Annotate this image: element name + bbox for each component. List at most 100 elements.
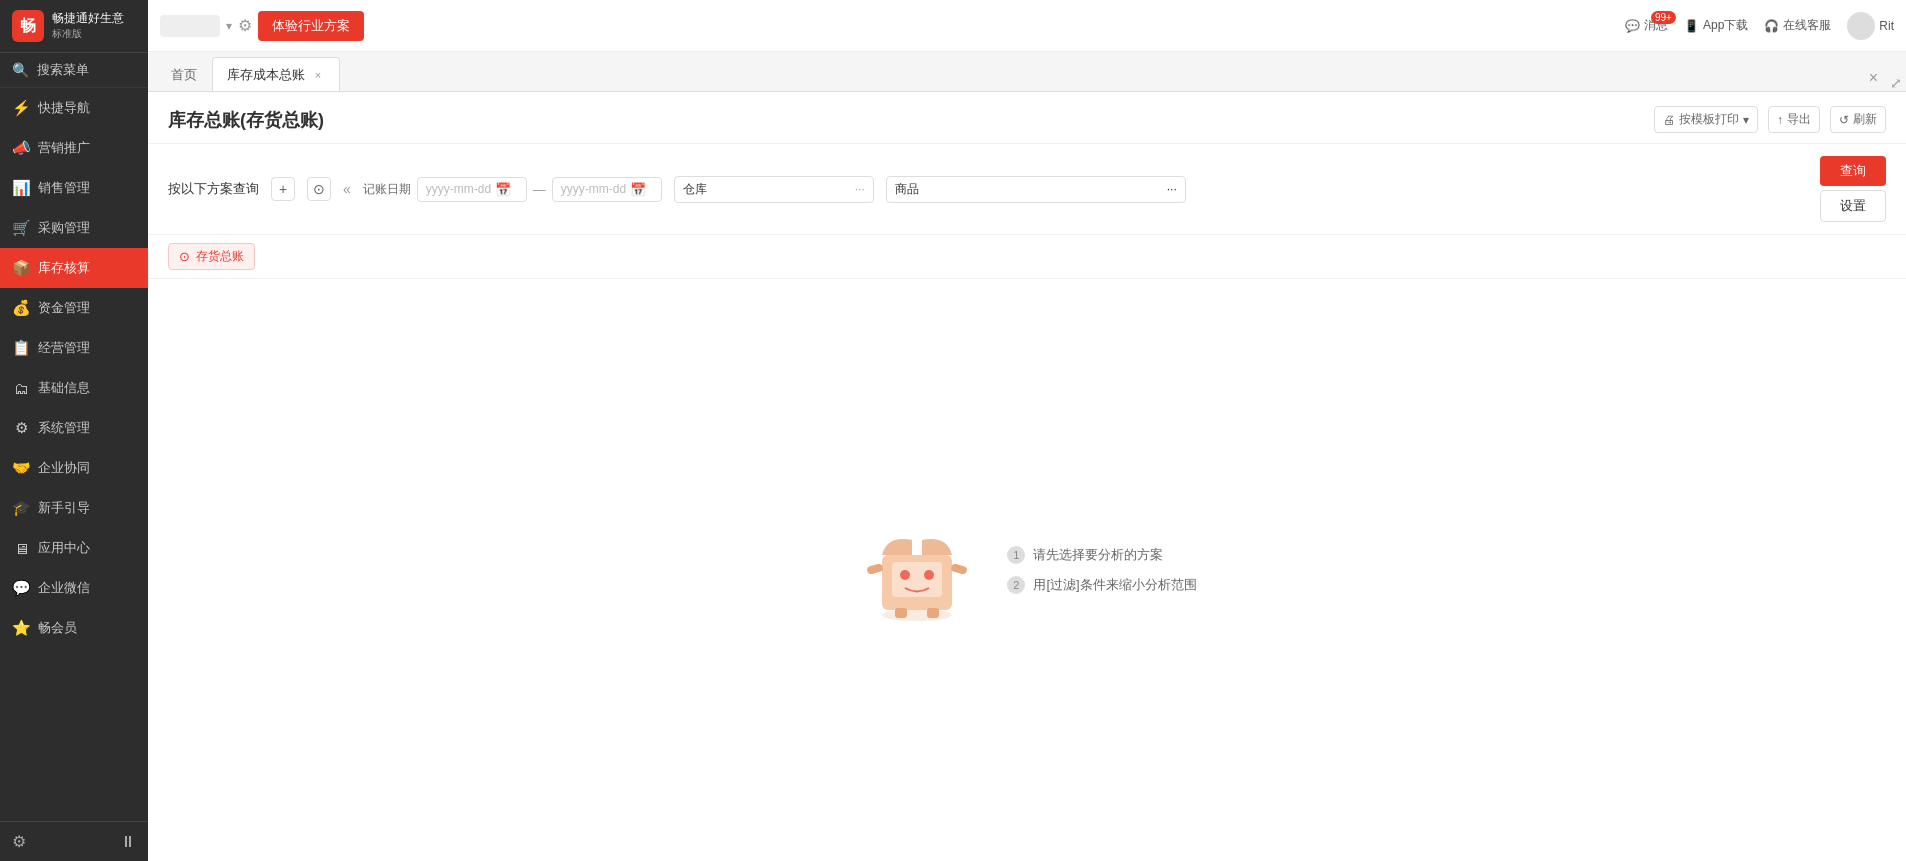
quicknav-icon: ⚡	[12, 99, 30, 117]
svg-point-4	[924, 570, 934, 580]
sidebar-nav: ⚡ 快捷导航 📣 营销推广 📊 销售管理 🛒 采购管理 📦 库存核算 💰 资金管…	[0, 88, 148, 821]
export-label: 导出	[1787, 111, 1811, 128]
svg-rect-8	[951, 563, 969, 575]
settings-btn[interactable]: 设置	[1820, 190, 1886, 222]
print-btn[interactable]: 🖨 按模板打印 ▾	[1654, 106, 1758, 133]
goods-label: 商品	[895, 181, 919, 198]
user-avatar-area[interactable]: Rit	[1847, 12, 1894, 40]
content-area: 库存总账(存货总账) 🖨 按模板打印 ▾ ↑ 导出 ↺ 刷新 按以下方案查询	[148, 92, 1906, 861]
sidebar-item-guide[interactable]: 🎓 新手引导	[0, 488, 148, 528]
sidebar-item-sales[interactable]: 📊 销售管理	[0, 168, 148, 208]
topbar-right: 💬 消息 99+ 📱 App下载 🎧 在线客服 Rit	[1625, 12, 1894, 40]
topbar-breadcrumb: ▾ ⚙ 体验行业方案	[160, 11, 1617, 41]
sidebar-item-operations[interactable]: 📋 经营管理	[0, 328, 148, 368]
refresh-label: 刷新	[1853, 111, 1877, 128]
topbar-brand	[160, 15, 220, 37]
page-title: 库存总账(存货总账)	[168, 108, 324, 132]
finance-icon: 💰	[12, 299, 30, 317]
online-support-btn[interactable]: 🎧 在线客服	[1764, 17, 1831, 34]
sidebar-item-inventory[interactable]: 📦 库存核算	[0, 248, 148, 288]
empty-text: 1 请先选择要分析的方案 2 用[过滤]条件来缩小分析范围	[1007, 546, 1196, 594]
tab-inventory-ledger[interactable]: 库存成本总账 ×	[212, 57, 340, 91]
filter-collapse-icon[interactable]: «	[343, 181, 351, 197]
sidebar-item-enterprise[interactable]: 🤝 企业协同	[0, 448, 148, 488]
operations-icon: 📋	[12, 339, 30, 357]
goods-input[interactable]: 商品 ···	[886, 176, 1186, 203]
app-download-btn[interactable]: 📱 App下载	[1684, 17, 1748, 34]
svg-point-3	[900, 570, 910, 580]
sidebar-item-quicknav[interactable]: ⚡ 快捷导航	[0, 88, 148, 128]
calendar-start-icon[interactable]: 📅	[495, 182, 511, 197]
warehouse-label: 仓库	[683, 181, 707, 198]
calendar-end-icon[interactable]: 📅	[630, 182, 646, 197]
tip-num-1: 1	[1007, 546, 1025, 564]
sidebar-item-appcenter[interactable]: 🖥 应用中心	[0, 528, 148, 568]
scheme-tag-label: 存货总账	[196, 248, 244, 265]
filter-date: 记账日期 yyyy-mm-dd 📅 — yyyy-mm-dd 📅	[363, 177, 662, 202]
sidebar-logo: 畅 畅捷通好生意 标准版	[0, 0, 148, 53]
export-btn[interactable]: ↑ 导出	[1768, 106, 1820, 133]
sidebar-item-basic[interactable]: 🗂 基础信息	[0, 368, 148, 408]
tab-home[interactable]: 首页	[156, 57, 212, 91]
sidebar-item-system[interactable]: ⚙ 系统管理	[0, 408, 148, 448]
message-icon: 💬	[1625, 19, 1640, 33]
sidebar-item-marketing[interactable]: 📣 营销推广	[0, 128, 148, 168]
sidebar-item-finance-label: 资金管理	[38, 299, 90, 317]
industry-btn[interactable]: 体验行业方案	[258, 11, 364, 41]
sidebar-footer: ⚙ ⏸	[0, 821, 148, 861]
vip-icon: ⭐	[12, 619, 30, 637]
sidebar-item-purchase[interactable]: 🛒 采购管理	[0, 208, 148, 248]
audio-footer-icon[interactable]: ⏸	[120, 833, 136, 851]
breadcrumb-chevron-icon[interactable]: ▾	[226, 19, 232, 33]
empty-state: 1 请先选择要分析的方案 2 用[过滤]条件来缩小分析范围	[148, 279, 1906, 861]
export-icon: ↑	[1777, 113, 1783, 127]
filter-add-btn[interactable]: +	[271, 177, 295, 201]
print-dropdown-icon[interactable]: ▾	[1743, 113, 1749, 127]
app-logo-icon: 畅	[12, 10, 44, 42]
phone-icon: 📱	[1684, 19, 1699, 33]
sidebar-search[interactable]: 🔍 搜索菜单	[0, 53, 148, 88]
topbar-gear-icon[interactable]: ⚙	[238, 16, 252, 35]
print-label: 按模板打印	[1679, 111, 1739, 128]
sidebar-item-guide-label: 新手引导	[38, 499, 90, 517]
sidebar-item-wechat-label: 企业微信	[38, 579, 90, 597]
inventory-icon: 📦	[12, 259, 30, 277]
page-header: 库存总账(存货总账) 🖨 按模板打印 ▾ ↑ 导出 ↺ 刷新	[148, 92, 1906, 144]
tab-close-icon[interactable]: ×	[311, 68, 325, 82]
message-badge: 99+	[1651, 11, 1676, 24]
date-end-input[interactable]: yyyy-mm-dd 📅	[552, 177, 662, 202]
purchase-icon: 🛒	[12, 219, 30, 237]
wechat-icon: 💬	[12, 579, 30, 597]
app-name: 畅捷通好生意	[52, 11, 124, 27]
sidebar-item-inventory-label: 库存核算	[38, 259, 90, 277]
tab-resize-icon[interactable]: ⤢	[1890, 75, 1902, 91]
svg-point-0	[882, 609, 952, 621]
settings-footer-icon[interactable]: ⚙	[12, 832, 26, 851]
refresh-btn[interactable]: ↺ 刷新	[1830, 106, 1886, 133]
message-btn[interactable]: 💬 消息 99+	[1625, 17, 1668, 34]
app-download-label: App下载	[1703, 17, 1748, 34]
sidebar-item-vip-label: 畅会员	[38, 619, 77, 637]
marketing-icon: 📣	[12, 139, 30, 157]
sidebar-item-vip[interactable]: ⭐ 畅会员	[0, 608, 148, 648]
warehouse-more-icon: ···	[855, 182, 865, 196]
sidebar-item-wechat[interactable]: 💬 企业微信	[0, 568, 148, 608]
date-label: 记账日期	[363, 181, 411, 198]
scheme-tag-icon: ⊙	[179, 249, 190, 264]
headset-icon: 🎧	[1764, 19, 1779, 33]
warehouse-input[interactable]: 仓库 ···	[674, 176, 874, 203]
sidebar-item-finance[interactable]: 💰 资金管理	[0, 288, 148, 328]
filter-manage-btn[interactable]: ⊙	[307, 177, 331, 201]
sidebar-item-operations-label: 经营管理	[38, 339, 90, 357]
date-start-input[interactable]: yyyy-mm-dd 📅	[417, 177, 527, 202]
tabbar: 首页 库存成本总账 × × ⤢	[148, 52, 1906, 92]
tab-panel-close-icon[interactable]: ×	[1865, 65, 1882, 91]
empty-tip-1: 1 请先选择要分析的方案	[1007, 546, 1196, 564]
print-icon: 🖨	[1663, 113, 1675, 127]
sidebar: 畅 畅捷通好生意 标准版 🔍 搜索菜单 ⚡ 快捷导航 📣 营销推广 📊 销售管理…	[0, 0, 148, 861]
page-header-actions: 🖨 按模板打印 ▾ ↑ 导出 ↺ 刷新	[1654, 106, 1886, 133]
scheme-tag[interactable]: ⊙ 存货总账	[168, 243, 255, 270]
user-name: Rit	[1879, 19, 1894, 33]
query-btn[interactable]: 查询	[1820, 156, 1886, 186]
refresh-icon: ↺	[1839, 113, 1849, 127]
